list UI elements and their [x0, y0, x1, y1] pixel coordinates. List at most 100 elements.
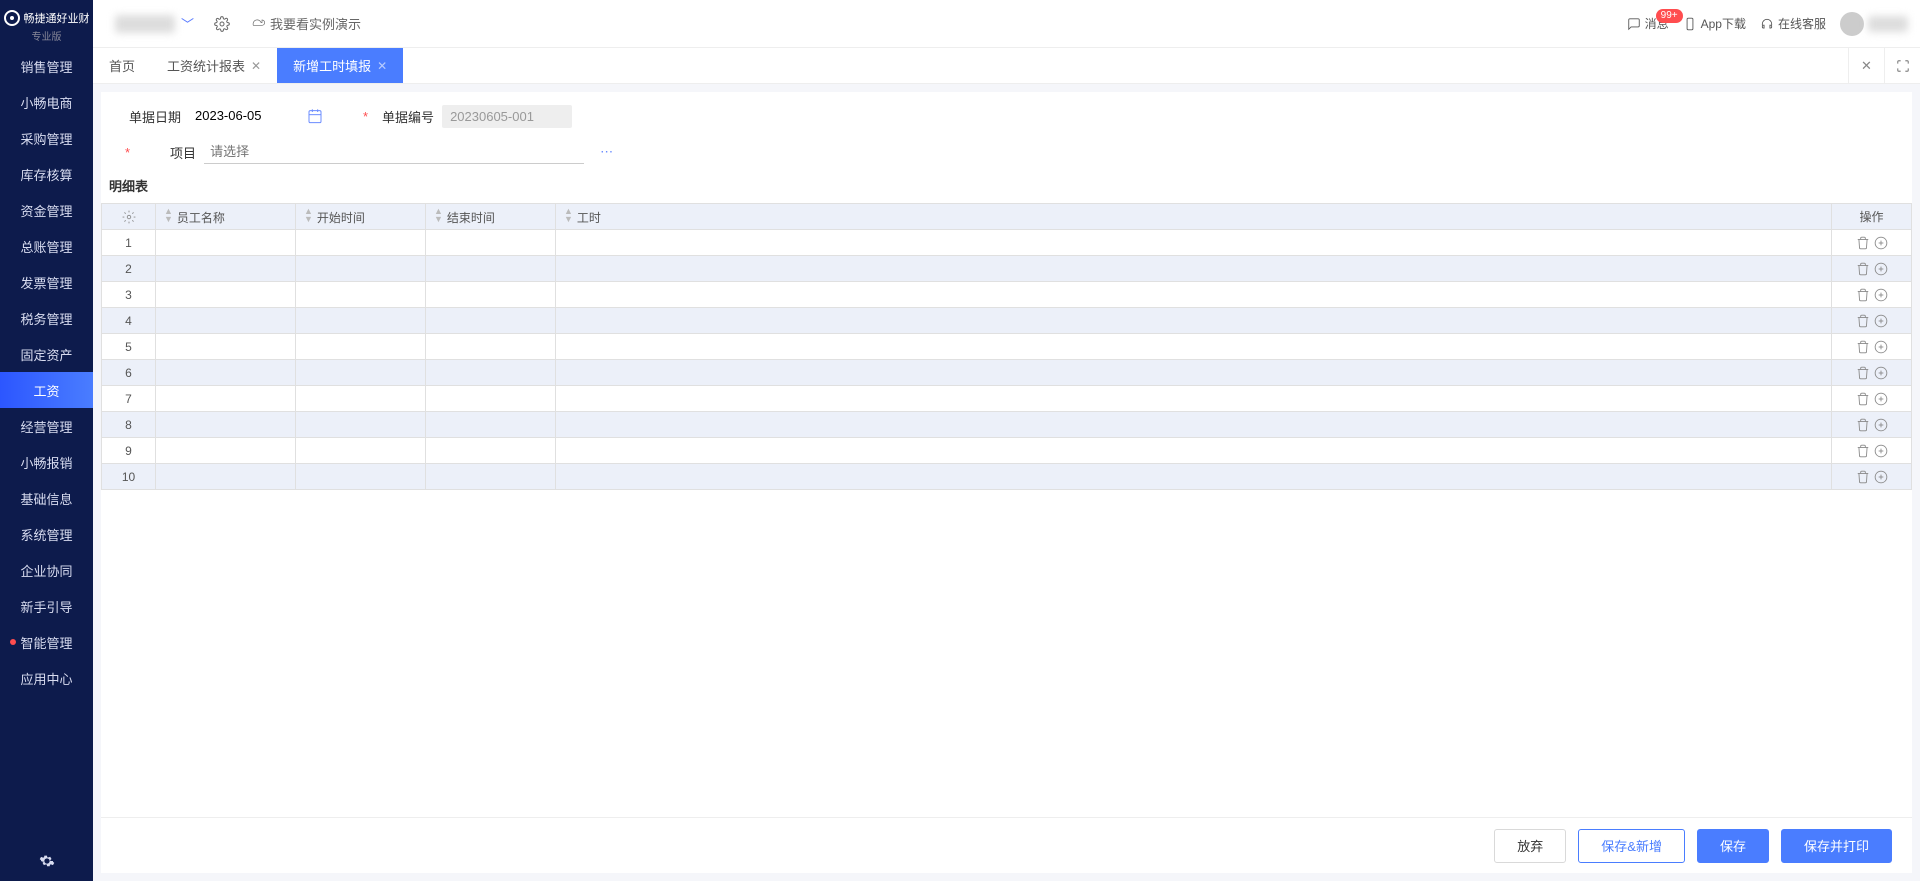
cell-end[interactable] — [426, 360, 556, 386]
user-menu[interactable] — [1840, 12, 1908, 36]
cell-end[interactable] — [426, 334, 556, 360]
table-row[interactable]: 3 — [102, 282, 1912, 308]
sidebar-item-3[interactable]: 库存核算 — [0, 156, 93, 192]
sidebar-item-9[interactable]: 工资 — [0, 372, 93, 408]
cell-start[interactable] — [296, 438, 426, 464]
cell-hours[interactable] — [556, 334, 1832, 360]
calendar-icon[interactable] — [307, 108, 323, 125]
delete-icon[interactable] — [1856, 340, 1870, 354]
table-row[interactable]: 6 — [102, 360, 1912, 386]
cell-hours[interactable] — [556, 256, 1832, 282]
add-row-icon[interactable] — [1874, 288, 1888, 302]
messages-button[interactable]: 消息 99+ — [1627, 15, 1669, 32]
col-employee[interactable]: ▲▼员工名称 — [156, 204, 296, 230]
cell-hours[interactable] — [556, 386, 1832, 412]
close-all-tabs[interactable]: ✕ — [1848, 48, 1884, 83]
org-selector[interactable]: ﹀ — [105, 10, 204, 37]
cell-start[interactable] — [296, 334, 426, 360]
save-new-button[interactable]: 保存&新增 — [1578, 829, 1685, 863]
cell-hours[interactable] — [556, 282, 1832, 308]
delete-icon[interactable] — [1856, 288, 1870, 302]
add-row-icon[interactable] — [1874, 236, 1888, 250]
add-row-icon[interactable] — [1874, 366, 1888, 380]
delete-icon[interactable] — [1856, 262, 1870, 276]
app-download-button[interactable]: App下载 — [1683, 15, 1746, 32]
tab-1[interactable]: 工资统计报表✕ — [151, 48, 277, 83]
delete-icon[interactable] — [1856, 418, 1870, 432]
table-row[interactable]: 7 — [102, 386, 1912, 412]
cell-end[interactable] — [426, 230, 556, 256]
table-row[interactable]: 5 — [102, 334, 1912, 360]
save-print-button[interactable]: 保存并打印 — [1781, 829, 1892, 863]
cell-end[interactable] — [426, 464, 556, 490]
add-row-icon[interactable] — [1874, 340, 1888, 354]
cell-hours[interactable] — [556, 360, 1832, 386]
delete-icon[interactable] — [1856, 392, 1870, 406]
add-row-icon[interactable] — [1874, 470, 1888, 484]
cell-employee[interactable] — [156, 334, 296, 360]
delete-icon[interactable] — [1856, 470, 1870, 484]
sidebar-item-2[interactable]: 采购管理 — [0, 120, 93, 156]
cell-start[interactable] — [296, 412, 426, 438]
sidebar-item-6[interactable]: 发票管理 — [0, 264, 93, 300]
sidebar-item-12[interactable]: 基础信息 — [0, 480, 93, 516]
tab-2[interactable]: 新增工时填报✕ — [277, 48, 403, 83]
cell-start[interactable] — [296, 386, 426, 412]
sidebar-item-16[interactable]: 智能管理 — [0, 624, 93, 660]
project-input[interactable] — [204, 140, 584, 164]
fullscreen-toggle[interactable] — [1884, 48, 1920, 83]
cell-end[interactable] — [426, 386, 556, 412]
table-row[interactable]: 1 — [102, 230, 1912, 256]
add-row-icon[interactable] — [1874, 392, 1888, 406]
close-icon[interactable]: ✕ — [251, 59, 261, 73]
cell-end[interactable] — [426, 438, 556, 464]
cell-employee[interactable] — [156, 438, 296, 464]
col-settings[interactable] — [102, 204, 156, 230]
cell-start[interactable] — [296, 360, 426, 386]
cell-employee[interactable] — [156, 230, 296, 256]
add-row-icon[interactable] — [1874, 418, 1888, 432]
close-icon[interactable]: ✕ — [377, 59, 387, 73]
cell-hours[interactable] — [556, 308, 1832, 334]
cell-end[interactable] — [426, 282, 556, 308]
table-row[interactable]: 10 — [102, 464, 1912, 490]
cell-end[interactable] — [426, 308, 556, 334]
sidebar-item-17[interactable]: 应用中心 — [0, 660, 93, 696]
cell-start[interactable] — [296, 282, 426, 308]
cell-employee[interactable] — [156, 360, 296, 386]
cell-hours[interactable] — [556, 412, 1832, 438]
customer-service-button[interactable]: 在线客服 — [1760, 15, 1826, 32]
cell-employee[interactable] — [156, 256, 296, 282]
discard-button[interactable]: 放弃 — [1494, 829, 1566, 863]
tab-0[interactable]: 首页 — [93, 48, 151, 83]
sidebar-item-1[interactable]: 小畅电商 — [0, 84, 93, 120]
sidebar-item-0[interactable]: 销售管理 — [0, 48, 93, 84]
delete-icon[interactable] — [1856, 314, 1870, 328]
col-start[interactable]: ▲▼开始时间 — [296, 204, 426, 230]
cell-hours[interactable] — [556, 464, 1832, 490]
save-button[interactable]: 保存 — [1697, 829, 1769, 863]
cell-end[interactable] — [426, 256, 556, 282]
cell-start[interactable] — [296, 230, 426, 256]
cell-employee[interactable] — [156, 308, 296, 334]
cell-employee[interactable] — [156, 464, 296, 490]
cell-start[interactable] — [296, 256, 426, 282]
cell-employee[interactable] — [156, 412, 296, 438]
cell-hours[interactable] — [556, 230, 1832, 256]
sidebar-item-10[interactable]: 经营管理 — [0, 408, 93, 444]
sidebar-item-13[interactable]: 系统管理 — [0, 516, 93, 552]
sidebar-item-5[interactable]: 总账管理 — [0, 228, 93, 264]
add-row-icon[interactable] — [1874, 444, 1888, 458]
table-row[interactable]: 8 — [102, 412, 1912, 438]
delete-icon[interactable] — [1856, 366, 1870, 380]
table-row[interactable]: 9 — [102, 438, 1912, 464]
sidebar-item-4[interactable]: 资金管理 — [0, 192, 93, 228]
date-input[interactable] — [189, 104, 299, 128]
settings-icon[interactable] — [214, 15, 230, 32]
project-more-icon[interactable]: ⋯ — [600, 144, 615, 160]
table-row[interactable]: 4 — [102, 308, 1912, 334]
sidebar-item-15[interactable]: 新手引导 — [0, 588, 93, 624]
cell-start[interactable] — [296, 464, 426, 490]
cell-start[interactable] — [296, 308, 426, 334]
table-row[interactable]: 2 — [102, 256, 1912, 282]
